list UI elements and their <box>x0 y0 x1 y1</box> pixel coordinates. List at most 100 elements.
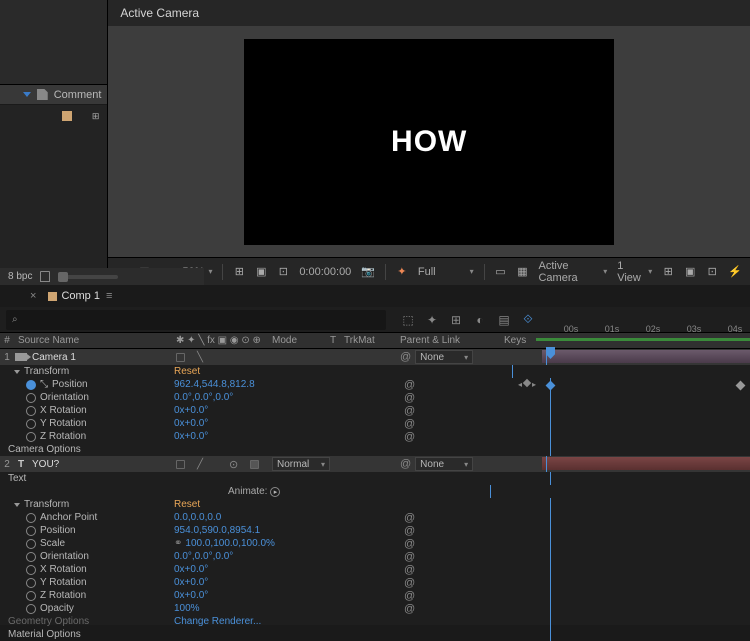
stopwatch-icon[interactable] <box>26 380 36 390</box>
col-source[interactable]: Source Name <box>14 335 172 346</box>
stopwatch-icon[interactable] <box>26 393 36 403</box>
tl-tool-shy-icon[interactable]: ⬚ <box>400 313 416 327</box>
project-zoom-slider[interactable] <box>58 275 118 279</box>
animate-menu[interactable]: Animate:▸ <box>0 485 750 498</box>
next-key-icon[interactable]: ▸ <box>532 380 536 389</box>
views-dropdown[interactable]: 1 View▾ <box>617 260 652 284</box>
tl-tool-frame-blend-icon[interactable]: ⊞ <box>448 313 464 327</box>
tl-tool-motion-blur-icon[interactable]: ◐ <box>472 313 488 327</box>
reset-link[interactable]: Reset <box>174 366 404 377</box>
prop-zrotation[interactable]: Z Rotation 0x+0.0° @ <box>0 430 750 443</box>
bpc-indicator[interactable]: 8 bpc <box>8 271 32 282</box>
timeline-search[interactable]: ⌕ <box>6 310 386 330</box>
camera-icon <box>14 351 28 363</box>
safe-zones-icon[interactable]: ⊞ <box>233 265 245 279</box>
col-mode[interactable]: Mode <box>272 335 330 346</box>
prop-material-options[interactable]: Material Options <box>0 628 750 641</box>
col-index[interactable]: # <box>0 335 14 346</box>
tab-color-swatch <box>48 292 57 301</box>
prop-yrotation[interactable]: Y Rotation 0x+0.0° @ <box>0 417 750 430</box>
prop-xrot2[interactable]: X Rotation 0x+0.0° @ <box>0 563 750 576</box>
prop-orientation[interactable]: Orientation 0.0°,0.0°,0.0° @ <box>0 391 750 404</box>
text-layer-icon: T <box>14 458 28 470</box>
parent-dropdown[interactable]: None▾ <box>415 350 473 364</box>
animate-add-icon[interactable]: ▸ <box>270 487 280 497</box>
viewer-frame[interactable]: HOW <box>108 26 750 257</box>
constrain-icon[interactable]: ⚭ <box>174 538 182 549</box>
position-value[interactable]: 962.4,544.8,812.8 <box>174 379 404 390</box>
comp-color-swatch[interactable] <box>62 111 72 121</box>
canvas-text-layer: HOW <box>391 125 467 159</box>
pickwhip-icon[interactable]: @ <box>400 351 411 363</box>
change-renderer-link[interactable]: Change Renderer... <box>174 616 404 627</box>
prop-text[interactable]: Text <box>0 472 750 485</box>
viewer-toolbar: ▭ ▦ ◑ 50%▾ ⊞ ▣ ⊡ 0:00:00:00 📷 ✦ Full▾ ▭ … <box>108 257 750 285</box>
camera-dropdown[interactable]: Active Camera▾ <box>538 260 607 284</box>
pickwhip-icon[interactable]: @ <box>404 379 415 391</box>
prev-key-icon[interactable]: ◂ <box>518 380 522 389</box>
col-switches[interactable]: ✱ ✦ ╲ fx ▣ ◉ ⊙ ⊕ <box>172 335 272 346</box>
tab-label: Comp 1 <box>61 290 100 302</box>
layer-name[interactable]: YOU? <box>28 459 59 470</box>
reset-link[interactable]: Reset <box>174 499 404 510</box>
prop-orientation2[interactable]: Orientation 0.0°,0.0°,0.0° @ <box>0 550 750 563</box>
layer-row-camera1[interactable]: 1 Camera 1 ╲ @None▾ <box>0 349 750 365</box>
prop-opacity[interactable]: Opacity 100% @ <box>0 602 750 615</box>
prop-yrot2[interactable]: Y Rotation 0x+0.0° @ <box>0 576 750 589</box>
prop-zrot2[interactable]: Z Rotation 0x+0.0° @ <box>0 589 750 602</box>
prop-transform2[interactable]: Transform Reset <box>0 498 750 511</box>
tab-close-icon[interactable]: × <box>30 290 36 302</box>
prop-camera-options[interactable]: Camera Options <box>0 443 750 456</box>
tl-tool-graph-icon[interactable]: ▤ <box>496 313 512 327</box>
viewer-title: Active Camera <box>108 0 750 26</box>
col-t[interactable]: T <box>330 335 344 346</box>
project-footer: 8 bpc <box>0 268 204 285</box>
timeline-panel: × Comp 1 ≡ ⌕ ⬚ ✦ ⊞ ◐ ▤ ⟐ 00s 01s 02s 03s… <box>0 285 750 625</box>
fast-preview-icon[interactable]: ⚡ <box>728 265 742 279</box>
channel-icon[interactable]: ▣ <box>255 265 267 279</box>
color-mgmt-icon[interactable]: ✦ <box>396 265 408 279</box>
project-items-area[interactable]: ⊞ <box>0 105 107 285</box>
timeline-tabs: × Comp 1 ≡ <box>0 285 750 307</box>
trash-icon[interactable] <box>40 271 50 282</box>
prop-anchor[interactable]: Anchor Point 0.0,0.0,0.0 @ <box>0 511 750 524</box>
search-input[interactable] <box>18 314 380 325</box>
tl-tool-fx-icon[interactable]: ✦ <box>424 313 440 327</box>
col-parent[interactable]: Parent & Link <box>400 335 504 346</box>
view-opt1-icon[interactable]: ⊞ <box>662 265 674 279</box>
prop-position[interactable]: ⤡Position 962.4,544.8,812.8 @ ◂▸ <box>0 378 750 391</box>
prop-xrotation[interactable]: X Rotation 0x+0.0° @ <box>0 404 750 417</box>
parent-dropdown[interactable]: None▾ <box>415 457 473 471</box>
project-panel: Comment ⊞ <box>0 0 108 285</box>
pickwhip-icon[interactable]: @ <box>400 458 411 470</box>
orientation-value[interactable]: 0.0°,0.0°,0.0° <box>174 392 404 403</box>
comment-column-label: Comment <box>54 89 102 101</box>
layer-row-text[interactable]: 2 T YOU? ╱⊙ Normal▾ @None▾ <box>0 456 750 472</box>
project-column-header[interactable]: Comment <box>0 85 107 105</box>
layer-name[interactable]: Camera 1 <box>28 352 76 363</box>
prop-position2[interactable]: Position 954.0,590.0,8954.1 @ <box>0 524 750 537</box>
view-opt3-icon[interactable]: ⊡ <box>706 265 718 279</box>
current-timecode[interactable]: 0:00:00:00 <box>299 266 351 278</box>
snapshot-icon[interactable]: 📷 <box>361 265 375 279</box>
tab-menu-icon[interactable]: ≡ <box>106 290 112 302</box>
project-preview-area <box>0 0 107 85</box>
sort-arrow-icon[interactable] <box>23 92 31 97</box>
region-icon[interactable]: ▭ <box>494 265 506 279</box>
view-opt2-icon[interactable]: ▣ <box>684 265 696 279</box>
add-key-icon[interactable] <box>523 379 531 387</box>
blend-mode-dropdown[interactable]: Normal▾ <box>272 457 330 471</box>
transparency-icon[interactable]: ▦ <box>516 265 528 279</box>
resolution-dropdown[interactable]: Full▾ <box>418 266 474 278</box>
composition-viewer: Active Camera HOW ▭ ▦ ◑ 50%▾ ⊞ ▣ ⊡ 0:00:… <box>108 0 750 285</box>
tl-tool-link-icon[interactable]: ⟐ <box>520 312 536 327</box>
flowchart-icon[interactable]: ⊞ <box>92 111 100 122</box>
composition-canvas[interactable]: HOW <box>244 39 614 245</box>
prop-scale[interactable]: Scale ⚭100.0,100.0,100.0% @ <box>0 537 750 550</box>
exposure-icon[interactable]: ⊡ <box>277 265 289 279</box>
tab-comp1[interactable]: Comp 1 ≡ <box>42 288 118 304</box>
prop-transform[interactable]: Transform Reset <box>0 365 750 378</box>
col-trkmat[interactable]: TrkMat <box>344 335 400 346</box>
timeline-columns-header: # Source Name ✱ ✦ ╲ fx ▣ ◉ ⊙ ⊕ Mode T Tr… <box>0 333 750 349</box>
label-icon[interactable] <box>37 89 48 100</box>
